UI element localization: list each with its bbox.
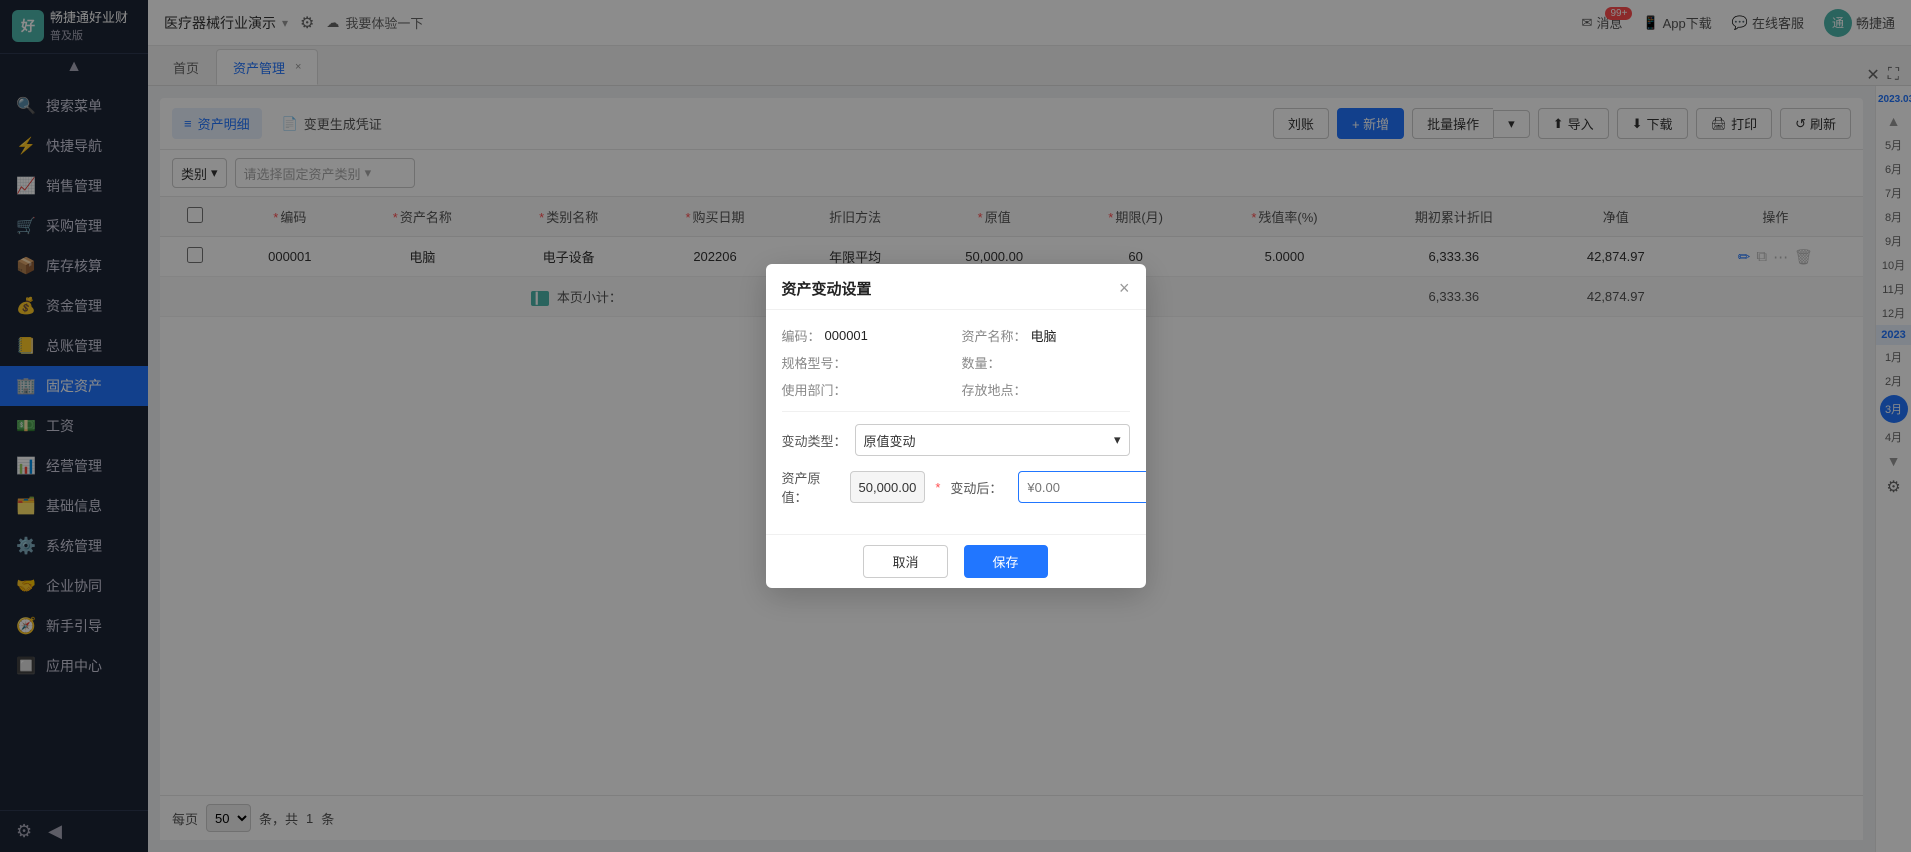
modal-change-type-row: 变动类型： 原值变动 ▾ <box>782 424 1130 456</box>
cancel-btn[interactable]: 取消 <box>863 545 947 578</box>
change-type-select[interactable]: 原值变动 ▾ <box>855 424 1130 456</box>
modal-footer: 取消 保存 <box>766 534 1146 588</box>
modal-spec-item: 规格型号： <box>782 353 950 372</box>
asset-change-modal: 资产变动设置 × 编码： 000001 资产名称： 电脑 规格型号： 数量： <box>766 264 1146 588</box>
modal-overlay: 资产变动设置 × 编码： 000001 资产名称： 电脑 规格型号： 数量： <box>0 0 1911 852</box>
save-btn[interactable]: 保存 <box>964 545 1048 578</box>
original-value-display: 50,000.00 <box>850 471 926 503</box>
change-type-chevron-icon: ▾ <box>1114 432 1121 448</box>
modal-code-item: 编码： 000001 <box>782 326 950 345</box>
modal-title: 资产变动设置 <box>782 278 872 299</box>
modal-name-item: 资产名称： 电脑 <box>962 326 1130 345</box>
modal-close-icon[interactable]: × <box>1119 278 1130 299</box>
modal-location-item: 存放地点： <box>962 380 1130 399</box>
required-mark: * <box>935 480 940 495</box>
modal-dept-item: 使用部门： <box>782 380 950 399</box>
modal-quantity-item: 数量： <box>962 353 1130 372</box>
after-change-input[interactable] <box>1018 471 1145 503</box>
modal-values-row: 资产原值： 50,000.00 * 变动后： <box>782 468 1130 506</box>
modal-body: 编码： 000001 资产名称： 电脑 规格型号： 数量： 使用部门： <box>766 310 1146 534</box>
modal-header: 资产变动设置 × <box>766 264 1146 310</box>
modal-info-grid: 编码： 000001 资产名称： 电脑 规格型号： 数量： 使用部门： <box>782 326 1130 412</box>
